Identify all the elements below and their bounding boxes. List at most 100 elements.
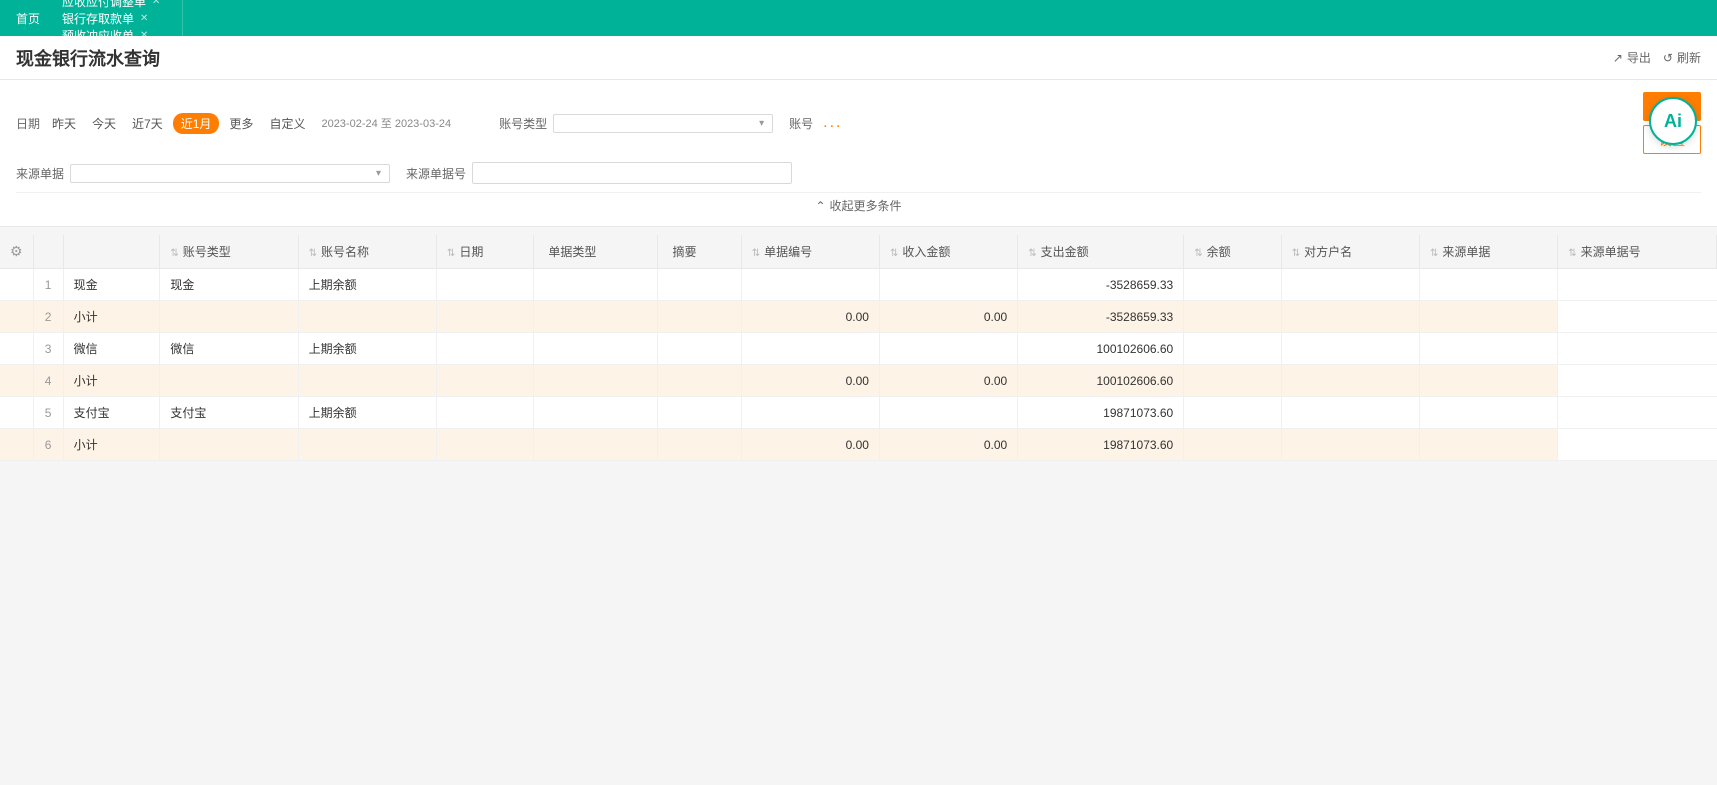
table-cell-4 [298,365,436,397]
table-cell-12 [1281,365,1419,397]
page-header: 现金银行流水查询 ↗ 导出 ↺ 刷新 [0,36,1717,80]
column-gear[interactable]: ⚙ [0,235,33,269]
table-cell-9: 0.00 [879,301,1017,333]
sort-icon-10: ⇅ [1430,248,1438,259]
source-doc-select[interactable]: ▾ [70,164,390,183]
table-cell-2: 微信 [63,333,160,365]
table-cell-7 [658,429,741,461]
account-type-label: 账号类型 [499,115,547,132]
col-header-9[interactable]: ⇅对方户名 [1281,235,1419,269]
table-cell-5 [436,269,534,301]
table-cell-12 [1281,397,1419,429]
source-doc-no-input[interactable] [472,162,792,184]
table-cell-12 [1281,429,1419,461]
ai-badge[interactable]: Ai [1649,97,1697,145]
table-cell-11 [1184,429,1282,461]
table-cell-10: 100102606.60 [1018,333,1184,365]
sort-icon-0: ⇅ [170,248,178,259]
date-shortcut-更多[interactable]: 更多 [223,113,259,134]
date-label: 日期 [16,115,40,132]
sort-icon-8: ⇅ [1194,248,1202,259]
export-button[interactable]: ↗ 导出 [1613,49,1651,66]
source-doc-arrow-icon: ▾ [376,168,381,179]
table-header-row: ⚙ ⇅账号类型⇅账号名称⇅日期单据类型摘要⇅单据编号⇅收入金额⇅支出金额⇅余额⇅… [0,235,1717,269]
sort-icon-7: ⇅ [1028,248,1036,259]
date-shortcut-昨天[interactable]: 昨天 [46,113,82,134]
table-cell-6 [534,333,658,365]
date-shortcut-自定义[interactable]: 自定义 [263,113,311,134]
table-cell-0 [0,269,33,301]
table-cell-11 [1184,397,1282,429]
date-shortcut-近7天[interactable]: 近7天 [126,113,169,134]
table-cell-0 [0,429,33,461]
collapse-icon: ⌃ [815,199,825,213]
nav-tab-应收应付调整单[interactable]: 应收应付调整单✕ [52,0,183,10]
filter-area: 日期 昨天今天近7天近1月更多自定义 2023-02-24 至 2023-03-… [0,80,1717,227]
nav-tab-close[interactable]: ✕ [152,0,160,7]
table-cell-2: 支付宝 [63,397,160,429]
filter-row-2: 来源单据 ▾ 来源单据号 [16,162,1701,184]
col-header-5[interactable]: ⇅单据编号 [741,235,879,269]
nav-tab-label: 银行存取款单 [62,10,134,27]
nav-tab-close[interactable]: ✕ [140,13,148,24]
account-dots-btn[interactable]: ... [819,114,846,132]
table-cell-4: 上期余额 [298,269,436,301]
source-doc-label: 来源单据 [16,165,64,182]
col-header-11[interactable]: ⇅来源单据号 [1558,235,1717,269]
table-cell-2: 小计 [63,429,160,461]
nav-tab-close[interactable]: ✕ [140,30,148,37]
source-doc-filter-group: 来源单据 ▾ [16,164,390,183]
table-cell-7 [658,269,741,301]
col-row-num [33,235,63,269]
table-cell-8: 0.00 [741,365,879,397]
col-header-1[interactable]: ⇅账号名称 [298,235,436,269]
table-cell-6 [534,365,658,397]
table-cell-10: -3528659.33 [1018,301,1184,333]
table-cell-1: 6 [33,429,63,461]
table-cell-2: 小计 [63,365,160,397]
table-cell-9 [879,397,1017,429]
date-shortcuts: 昨天今天近7天近1月更多自定义 [46,113,311,134]
table-cell-0 [0,397,33,429]
date-shortcut-今天[interactable]: 今天 [86,113,122,134]
table-cell-8 [741,397,879,429]
table-cell-0 [0,333,33,365]
col-header-8[interactable]: ⇅余额 [1184,235,1282,269]
col-header-10[interactable]: ⇅来源单据 [1420,235,1558,269]
table-cell-2: 小计 [63,301,160,333]
sort-icon-11: ⇅ [1568,248,1576,259]
nav-home[interactable]: 首页 [4,10,52,27]
nav-tab-银行存取款单[interactable]: 银行存取款单 ✕ [52,10,183,27]
table-cell-7 [658,333,741,365]
source-doc-no-filter-group: 来源单据号 [406,162,792,184]
col-header-0[interactable]: ⇅账号类型 [160,235,298,269]
nav-tab-预收冲应收单[interactable]: 预收冲应收单 ✕ [52,27,183,37]
table-row: 2小计0.000.00-3528659.33 [0,301,1717,333]
table-row: 4小计0.000.00100102606.60 [0,365,1717,397]
table-cell-3 [160,429,298,461]
col-row-num [63,235,160,269]
table-cell-10: 19871073.60 [1018,429,1184,461]
table-cell-9 [879,269,1017,301]
gear-icon[interactable]: ⚙ [10,243,23,259]
table-cell-11 [1184,301,1282,333]
table-cell-7 [658,397,741,429]
table-cell-3 [160,365,298,397]
col-header-6[interactable]: ⇅收入金额 [879,235,1017,269]
table-cell-4 [298,301,436,333]
table-cell-5 [436,301,534,333]
nav-tab-label: 预收冲应收单 [62,27,134,37]
table-cell-4 [298,429,436,461]
table-cell-4: 上期余额 [298,397,436,429]
collapse-filter-btn[interactable]: ⌃ 收起更多条件 [16,192,1701,218]
account-type-select[interactable]: ▾ [553,114,773,133]
col-header-2[interactable]: ⇅日期 [436,235,534,269]
date-filter-group: 日期 昨天今天近7天近1月更多自定义 2023-02-24 至 2023-03-… [16,113,451,134]
table-cell-8: 0.00 [741,301,879,333]
table-cell-1: 3 [33,333,63,365]
refresh-button[interactable]: ↺ 刷新 [1663,49,1701,66]
date-shortcut-近1月[interactable]: 近1月 [173,113,220,134]
table-cell-5 [436,429,534,461]
table-cell-6 [534,269,658,301]
col-header-7[interactable]: ⇅支出金额 [1018,235,1184,269]
